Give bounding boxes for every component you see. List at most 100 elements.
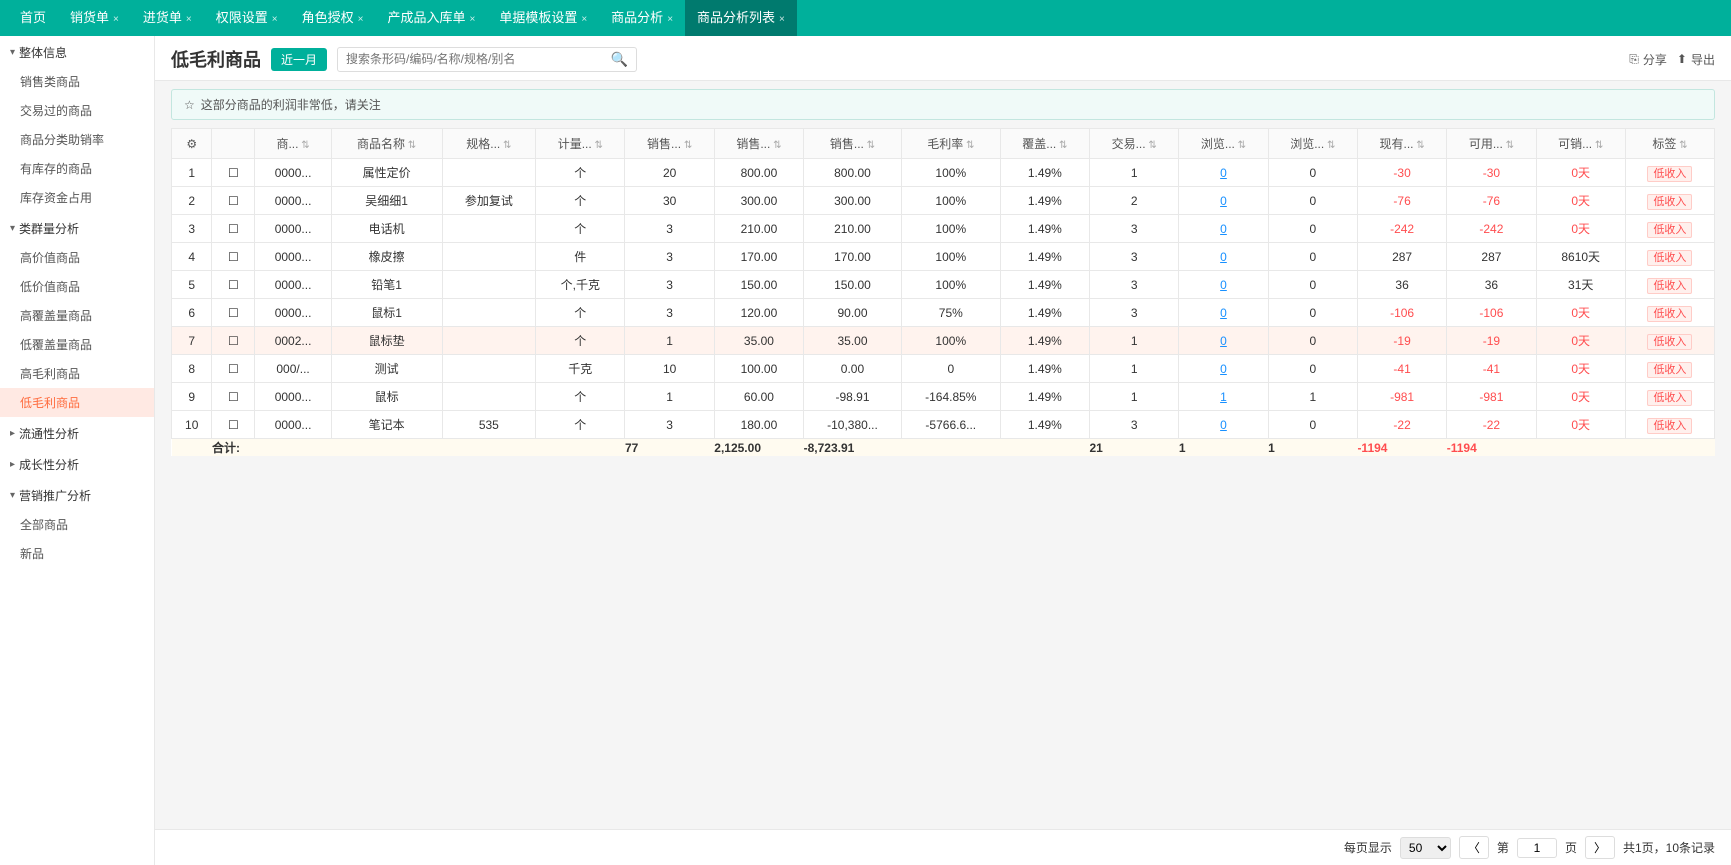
sidebar-item-high-value[interactable]: 高价值商品 bbox=[0, 243, 154, 272]
cell-checkbox[interactable]: ☐ bbox=[212, 299, 255, 327]
footer-cell-4 bbox=[442, 439, 536, 457]
share-btn[interactable]: ⎘ 分享 bbox=[1629, 51, 1667, 68]
share-label: 分享 bbox=[1643, 51, 1667, 68]
cell-checkbox[interactable]: ☐ bbox=[212, 411, 255, 439]
arrow-icon: ▾ bbox=[10, 490, 15, 501]
col-header-available[interactable]: 可用... bbox=[1447, 129, 1536, 159]
cell-checkbox[interactable]: ☐ bbox=[212, 355, 255, 383]
sidebar-item-traded-goods[interactable]: 交易过的商品 bbox=[0, 96, 154, 125]
cell-view1[interactable]: 1 bbox=[1179, 383, 1268, 411]
nav-item-template[interactable]: 单据模板设置× bbox=[487, 0, 599, 36]
cell-checkbox[interactable]: ☐ bbox=[212, 383, 255, 411]
sidebar-item-sales-goods[interactable]: 销售类商品 bbox=[0, 67, 154, 96]
col-header-coverage[interactable]: 覆盖... bbox=[1000, 129, 1089, 159]
footer-cell-16 bbox=[1536, 439, 1625, 457]
sidebar-group-整体信息[interactable]: ▾整体信息 bbox=[0, 36, 154, 67]
cell-code: 0002... bbox=[255, 327, 331, 355]
cell-view2: 1 bbox=[1268, 383, 1357, 411]
cell-view2: 0 bbox=[1268, 187, 1357, 215]
sidebar-group-类群量分析[interactable]: ▾类群量分析 bbox=[0, 212, 154, 243]
sidebar-item-all-goods[interactable]: 全部商品 bbox=[0, 510, 154, 539]
sidebar-group-成长性分析[interactable]: ▸成长性分析 bbox=[0, 448, 154, 479]
nav-item-stock-in[interactable]: 产成品入库单× bbox=[375, 0, 487, 36]
cell-available: 287 bbox=[1447, 243, 1536, 271]
cell-view1[interactable]: 0 bbox=[1179, 271, 1268, 299]
nav-item-permission[interactable]: 权限设置× bbox=[204, 0, 290, 36]
cell-view1[interactable]: 0 bbox=[1179, 187, 1268, 215]
nav-close-stock-in[interactable]: × bbox=[469, 14, 475, 25]
cell-checkbox[interactable]: ☐ bbox=[212, 243, 255, 271]
cell-code: 0000... bbox=[255, 159, 331, 187]
cell-sale_qty: 1 bbox=[625, 383, 714, 411]
col-header-name[interactable]: 商品名称 bbox=[331, 129, 442, 159]
col-header-trade[interactable]: 交易... bbox=[1090, 129, 1179, 159]
cell-view1[interactable]: 0 bbox=[1179, 215, 1268, 243]
footer-cell-12: 1 bbox=[1179, 439, 1268, 457]
cell-spec bbox=[442, 159, 536, 187]
nav-item-analysis-list[interactable]: 商品分析列表× bbox=[685, 0, 797, 36]
nav-item-role[interactable]: 角色授权× bbox=[290, 0, 376, 36]
sidebar-group-营销推广分析[interactable]: ▾营销推广分析 bbox=[0, 479, 154, 510]
col-header-unit[interactable]: 计量... bbox=[536, 129, 625, 159]
sidebar-group-流通性分析[interactable]: ▸流通性分析 bbox=[0, 417, 154, 448]
cell-current: -242 bbox=[1357, 215, 1446, 243]
col-header-view1[interactable]: 浏览... bbox=[1179, 129, 1268, 159]
col-header-sale_profit[interactable]: 销售... bbox=[804, 129, 902, 159]
nav-close-purchase[interactable]: × bbox=[186, 14, 192, 25]
cell-checkbox[interactable]: ☐ bbox=[212, 215, 255, 243]
cell-view2: 0 bbox=[1268, 215, 1357, 243]
col-header-margin_rate[interactable]: 毛利率 bbox=[901, 129, 1000, 159]
cell-checkbox[interactable]: ☐ bbox=[212, 271, 255, 299]
col-header-spec[interactable]: 规格... bbox=[442, 129, 536, 159]
export-btn[interactable]: ⬆ 导出 bbox=[1677, 51, 1715, 68]
sidebar-item-low-margin[interactable]: 低毛利商品 bbox=[0, 388, 154, 417]
cell-view2: 0 bbox=[1268, 243, 1357, 271]
cell-coverage: 1.49% bbox=[1000, 243, 1089, 271]
sidebar-item-in-stock[interactable]: 有库存的商品 bbox=[0, 154, 154, 183]
cell-view1[interactable]: 0 bbox=[1179, 243, 1268, 271]
col-header-sale_price[interactable]: 销售... bbox=[714, 129, 803, 159]
sidebar-item-category-rate[interactable]: 商品分类助销率 bbox=[0, 125, 154, 154]
nav-close-analysis-list[interactable]: × bbox=[779, 14, 785, 25]
sidebar-item-stock-capital[interactable]: 库存资金占用 bbox=[0, 183, 154, 212]
nav-close-permission[interactable]: × bbox=[272, 14, 278, 25]
cell-view1[interactable]: 0 bbox=[1179, 299, 1268, 327]
sidebar-item-high-margin[interactable]: 高毛利商品 bbox=[0, 359, 154, 388]
nav-item-home[interactable]: 首页 bbox=[8, 0, 58, 36]
cell-checkbox[interactable]: ☐ bbox=[212, 159, 255, 187]
cell-view1[interactable]: 0 bbox=[1179, 327, 1268, 355]
cell-sale_profit: 300.00 bbox=[804, 187, 902, 215]
col-header-view2[interactable]: 浏览... bbox=[1268, 129, 1357, 159]
nav-close-analysis[interactable]: × bbox=[667, 14, 673, 25]
per-page-select[interactable]: 50 100 200 bbox=[1400, 837, 1451, 859]
date-filter-btn[interactable]: 近一月 bbox=[271, 48, 327, 71]
nav-item-sale[interactable]: 销货单× bbox=[58, 0, 131, 36]
sidebar-item-low-value[interactable]: 低价值商品 bbox=[0, 272, 154, 301]
nav-item-purchase[interactable]: 进货单× bbox=[131, 0, 204, 36]
col-header-saleable[interactable]: 可销... bbox=[1536, 129, 1625, 159]
nav-close-role[interactable]: × bbox=[358, 14, 364, 25]
cell-checkbox[interactable]: ☐ bbox=[212, 187, 255, 215]
next-page-btn[interactable]: 〉 bbox=[1585, 836, 1615, 859]
col-header-tag[interactable]: 标签 bbox=[1625, 129, 1714, 159]
search-input[interactable] bbox=[346, 52, 611, 66]
col-header-sale_qty[interactable]: 销售... bbox=[625, 129, 714, 159]
nav-close-template[interactable]: × bbox=[581, 14, 587, 25]
cell-unit: 千克 bbox=[536, 355, 625, 383]
cell-view1[interactable]: 0 bbox=[1179, 355, 1268, 383]
cell-view1[interactable]: 0 bbox=[1179, 159, 1268, 187]
col-header-code[interactable]: 商... bbox=[255, 129, 331, 159]
sidebar: ▾整体信息销售类商品交易过的商品商品分类助销率有库存的商品库存资金占用▾类群量分… bbox=[0, 36, 155, 865]
col-header-current[interactable]: 现有... bbox=[1357, 129, 1446, 159]
sidebar-item-new-goods[interactable]: 新品 bbox=[0, 539, 154, 568]
cell-checkbox[interactable]: ☐ bbox=[212, 327, 255, 355]
nav-close-sale[interactable]: × bbox=[113, 14, 119, 25]
nav-item-analysis[interactable]: 商品分析× bbox=[599, 0, 685, 36]
sidebar-item-high-coverage[interactable]: 高覆盖量商品 bbox=[0, 301, 154, 330]
col-header-settings: ⚙ bbox=[172, 129, 212, 159]
page-number-input[interactable] bbox=[1517, 838, 1557, 858]
sidebar-item-low-coverage[interactable]: 低覆盖量商品 bbox=[0, 330, 154, 359]
prev-page-btn[interactable]: 〈 bbox=[1459, 836, 1489, 859]
notice-text: 这部分商品的利润非常低，请关注 bbox=[201, 96, 381, 113]
cell-view1[interactable]: 0 bbox=[1179, 411, 1268, 439]
